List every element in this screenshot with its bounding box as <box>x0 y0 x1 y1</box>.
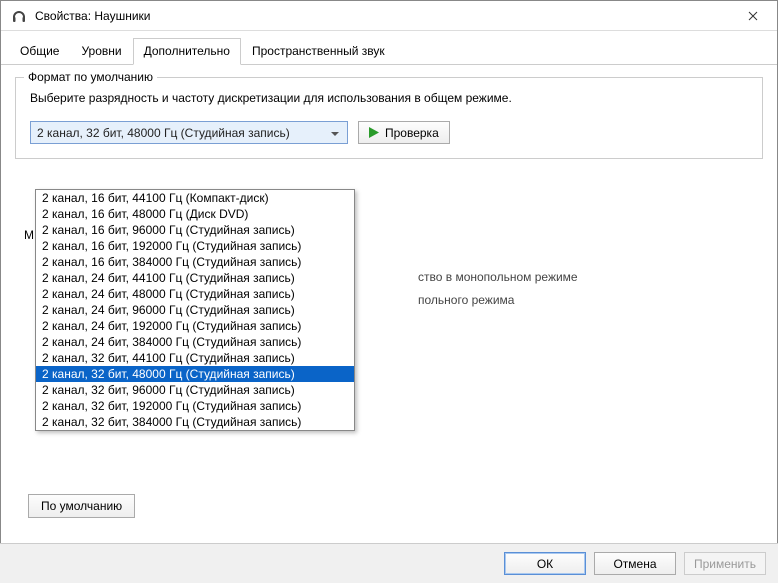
tab-spatial[interactable]: Пространственный звук <box>241 38 396 65</box>
dropdown-option[interactable]: 2 канал, 16 бит, 96000 Гц (Студийная зап… <box>36 222 354 238</box>
dropdown-option[interactable]: 2 канал, 16 бит, 48000 Гц (Диск DVD) <box>36 206 354 222</box>
test-button-label: Проверка <box>385 126 439 140</box>
dropdown-option[interactable]: 2 канал, 24 бит, 48000 Гц (Студийная зап… <box>36 286 354 302</box>
chevron-down-icon <box>331 126 341 140</box>
dropdown-option[interactable]: 2 канал, 32 бит, 96000 Гц (Студийная зап… <box>36 382 354 398</box>
dropdown-option[interactable]: 2 канал, 24 бит, 192000 Гц (Студийная за… <box>36 318 354 334</box>
restore-defaults-button[interactable]: По умолчанию <box>28 494 135 518</box>
format-select[interactable]: 2 канал, 32 бит, 48000 Гц (Студийная зап… <box>30 121 348 144</box>
test-button[interactable]: Проверка <box>358 121 450 144</box>
tab-general[interactable]: Общие <box>9 38 70 65</box>
dropdown-option[interactable]: 2 канал, 16 бит, 192000 Гц (Студийная за… <box>36 238 354 254</box>
obscured-letter: М <box>24 228 34 242</box>
dropdown-option-selected[interactable]: 2 канал, 32 бит, 48000 Гц (Студийная зап… <box>36 366 354 382</box>
dropdown-option[interactable]: 2 канал, 16 бит, 44100 Гц (Компакт-диск) <box>36 190 354 206</box>
content-area: Формат по умолчанию Выберите разрядность… <box>1 65 777 159</box>
tab-advanced[interactable]: Дополнительно <box>133 38 241 65</box>
titlebar: Свойства: Наушники <box>1 1 777 31</box>
play-icon <box>369 127 379 138</box>
format-select-value: 2 канал, 32 бит, 48000 Гц (Студийная зап… <box>37 126 331 140</box>
window-title: Свойства: Наушники <box>33 9 733 23</box>
headphones-icon <box>11 8 27 24</box>
default-format-group: Формат по умолчанию Выберите разрядность… <box>15 77 763 159</box>
dropdown-option[interactable]: 2 канал, 24 бит, 96000 Гц (Студийная зап… <box>36 302 354 318</box>
tab-levels[interactable]: Уровни <box>70 38 132 65</box>
close-icon <box>748 11 758 21</box>
group-description: Выберите разрядность и частоту дискретиз… <box>30 90 748 107</box>
dropdown-option[interactable]: 2 канал, 24 бит, 384000 Гц (Студийная за… <box>36 334 354 350</box>
tab-strip: Общие Уровни Дополнительно Пространствен… <box>1 31 777 65</box>
dropdown-option[interactable]: 2 канал, 32 бит, 192000 Гц (Студийная за… <box>36 398 354 414</box>
ok-button[interactable]: ОК <box>504 552 586 575</box>
dropdown-option[interactable]: 2 канал, 16 бит, 384000 Гц (Студийная за… <box>36 254 354 270</box>
dropdown-option[interactable]: 2 канал, 32 бит, 44100 Гц (Студийная зап… <box>36 350 354 366</box>
close-button[interactable] <box>733 2 773 30</box>
dropdown-option[interactable]: 2 канал, 32 бит, 384000 Гц (Студийная за… <box>36 414 354 430</box>
dropdown-option[interactable]: 2 канал, 24 бит, 44100 Гц (Студийная зап… <box>36 270 354 286</box>
dialog-footer: ОК Отмена Применить <box>0 543 778 583</box>
format-dropdown-list[interactable]: 2 канал, 16 бит, 44100 Гц (Компакт-диск)… <box>35 189 355 431</box>
apply-button[interactable]: Применить <box>684 552 766 575</box>
group-title: Формат по умолчанию <box>24 70 157 84</box>
cancel-button[interactable]: Отмена <box>594 552 676 575</box>
